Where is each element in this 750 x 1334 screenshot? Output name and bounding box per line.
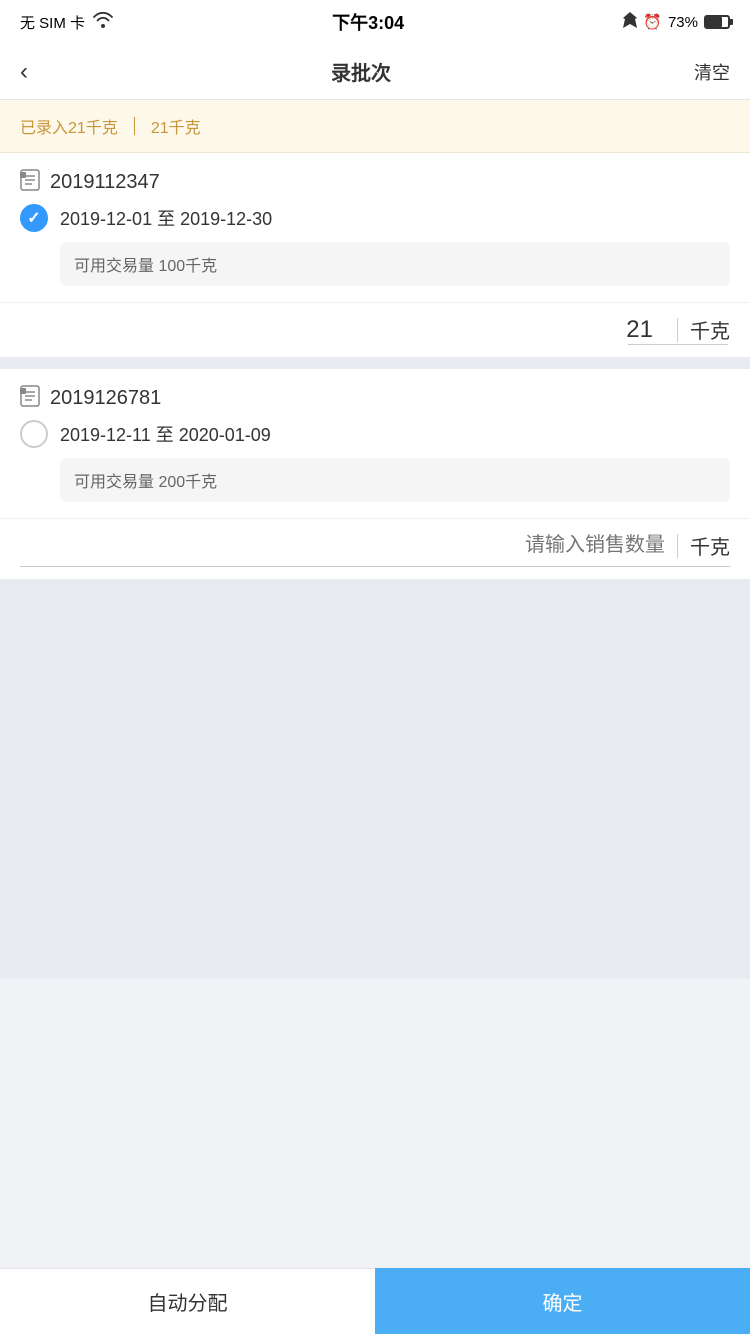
batch-1-doc-icon xyxy=(20,169,40,196)
batch-2-radio[interactable] xyxy=(20,420,48,448)
summary-amount: 21千克 xyxy=(151,114,201,138)
location-icon xyxy=(623,12,637,32)
battery-icon xyxy=(704,14,730,31)
batch-1-id: 2019112347 xyxy=(50,171,160,194)
summary-bar: 已录入21千克 21千克 xyxy=(0,100,750,153)
alarm-icon: ⏰ xyxy=(643,13,662,31)
batch-1-available: 可用交易量 100千克 xyxy=(60,242,730,286)
batch-2-id: 2019126781 xyxy=(50,387,161,410)
summary-recorded: 已录入21千克 xyxy=(20,114,118,138)
nav-bar: ‹ 录批次 清空 xyxy=(0,44,750,100)
batch-2-date-row[interactable]: 2019-12-11 至 2020-01-09 xyxy=(20,420,730,448)
batch-1-radio[interactable]: ✓ xyxy=(20,204,48,232)
battery-percent: 73% xyxy=(668,14,698,31)
batch-1-date: 2019-12-01 至 2019-12-30 xyxy=(60,205,272,231)
batch-item-1: 2019112347 ✓ 2019-12-01 至 2019-12-30 可用交… xyxy=(0,153,750,302)
status-bar-time: 下午3:04 xyxy=(332,9,404,35)
bottom-spacer xyxy=(0,979,750,1045)
page-title: 录批次 xyxy=(331,57,391,86)
batch-2-unit: 千克 xyxy=(690,531,730,560)
batch-2-input-row[interactable]: 千克 xyxy=(0,518,750,579)
status-bar-left: 无 SIM 卡 xyxy=(20,12,113,33)
status-bar-right: ⏰ 73% xyxy=(623,12,730,32)
batch-1-unit: 千克 xyxy=(690,315,730,344)
auto-distribute-button[interactable]: 自动分配 xyxy=(0,1268,375,1334)
batch-2-header: 2019126781 xyxy=(20,385,730,412)
batch-2-available: 可用交易量 200千克 xyxy=(60,458,730,502)
batch-1-amount-row: 21 千克 xyxy=(0,302,750,357)
batch-2-date: 2019-12-11 至 2020-01-09 xyxy=(60,421,271,447)
batch-item-2: 2019126781 2019-12-11 至 2020-01-09 可用交易量… xyxy=(0,369,750,518)
batch-1-date-row[interactable]: ✓ 2019-12-01 至 2019-12-30 xyxy=(20,204,730,232)
batch-1-amount-value[interactable]: 21 xyxy=(626,316,653,344)
batch-1-header: 2019112347 xyxy=(20,169,730,196)
wifi-icon xyxy=(93,12,113,32)
section-separator xyxy=(0,357,750,369)
bottom-bar: 自动分配 确定 xyxy=(0,1268,750,1334)
batch-1-amount-wrapper: 21 千克 xyxy=(626,315,730,345)
confirm-button[interactable]: 确定 xyxy=(375,1268,750,1334)
gray-area xyxy=(0,579,750,979)
clear-button[interactable]: 清空 xyxy=(694,59,730,85)
batch-2-qty-input[interactable] xyxy=(20,534,665,557)
status-bar: 无 SIM 卡 下午3:04 ⏰ 73% xyxy=(0,0,750,44)
back-button[interactable]: ‹ xyxy=(20,58,28,86)
batch-1-checkmark: ✓ xyxy=(27,208,40,228)
summary-divider xyxy=(134,117,135,135)
batch-2-doc-icon xyxy=(20,385,40,412)
batch-1-underline xyxy=(628,344,728,345)
carrier-text: 无 SIM 卡 xyxy=(20,12,85,33)
